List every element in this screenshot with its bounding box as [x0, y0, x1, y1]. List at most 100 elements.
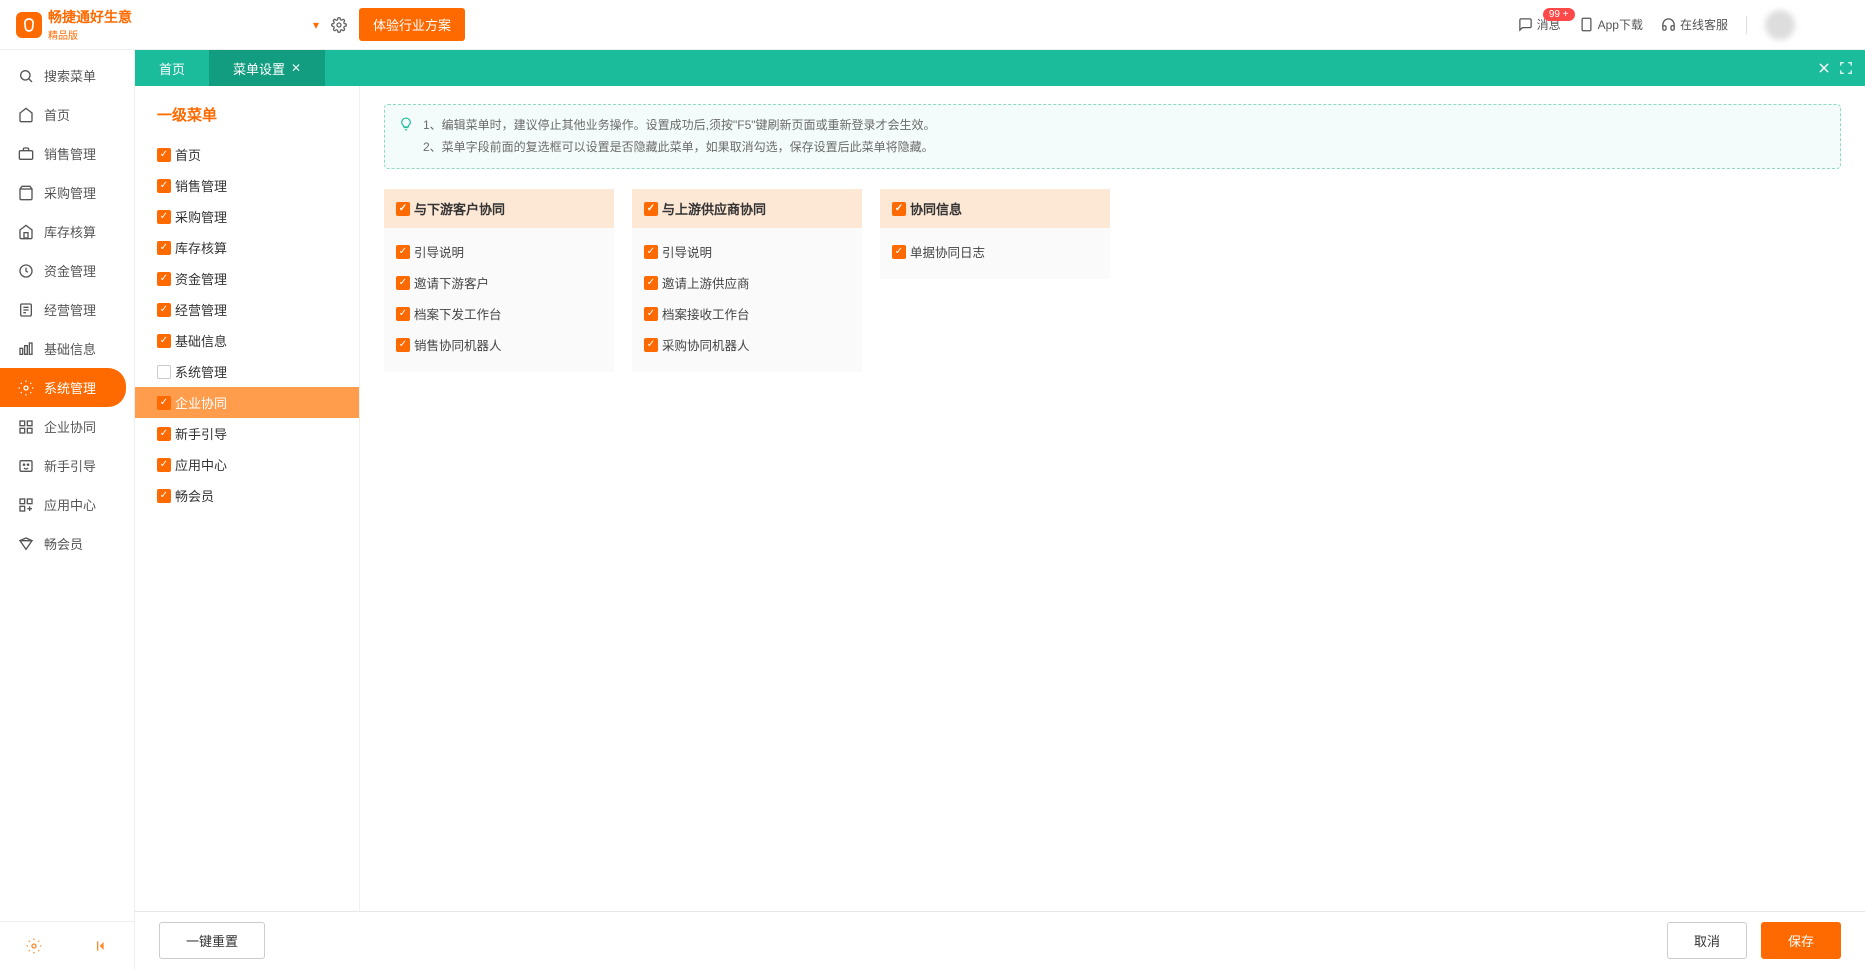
avatar[interactable] [1765, 10, 1795, 40]
l1-item-10[interactable]: ✓应用中心 [157, 449, 359, 480]
checkbox-icon[interactable]: ✓ [396, 202, 410, 216]
sidebar-item-5[interactable]: 资金管理 [0, 251, 134, 290]
nav-icon [18, 419, 34, 435]
nav-icon [18, 146, 34, 162]
hint-line-1: 1、编辑菜单时，建议停止其他业务操作。设置成功后,须按"F5"键刷新页面或重新登… [423, 115, 936, 137]
card-item[interactable]: ✓引导说明 [644, 236, 850, 267]
tab-close-all-icon[interactable] [1817, 61, 1831, 75]
collapse-icon[interactable] [93, 938, 109, 954]
card-item[interactable]: ✓引导说明 [396, 236, 602, 267]
save-button[interactable]: 保存 [1761, 922, 1841, 959]
card-item[interactable]: ✓档案下发工作台 [396, 298, 602, 329]
checkbox-icon[interactable]: ✓ [644, 338, 658, 352]
checkbox-icon[interactable]: ✓ [157, 303, 171, 317]
l1-item-8[interactable]: ✓企业协同 [135, 387, 359, 418]
gear-icon[interactable] [331, 17, 347, 33]
footer: 一键重置 取消 保存 [135, 911, 1865, 969]
checkbox-icon[interactable]: ✓ [157, 458, 171, 472]
checkbox-icon[interactable]: ✓ [157, 489, 171, 503]
checkbox-icon[interactable]: ✓ [396, 338, 410, 352]
checkbox-icon[interactable]: ✓ [892, 245, 906, 259]
logo-icon [16, 12, 42, 38]
top-actions: 消息 99 + App下载 在线客服 [1518, 10, 1849, 40]
checkbox-icon[interactable]: ✓ [157, 210, 171, 224]
checkbox-icon[interactable]: ✓ [644, 245, 658, 259]
card-item[interactable]: ✓邀请下游客户 [396, 267, 602, 298]
checkbox-icon[interactable]: ✓ [157, 427, 171, 441]
l1-item-1[interactable]: ✓销售管理 [157, 170, 359, 201]
l1-item-0[interactable]: ✓首页 [157, 139, 359, 170]
nav-icon [18, 302, 34, 318]
card-item[interactable]: ✓邀请上游供应商 [644, 267, 850, 298]
checkbox-icon[interactable]: ✓ [396, 245, 410, 259]
sidebar-item-6[interactable]: 经营管理 [0, 290, 134, 329]
l1-item-7[interactable]: 系统管理 [157, 356, 359, 387]
checkbox-icon[interactable]: ✓ [644, 276, 658, 290]
card-item[interactable]: ✓销售协同机器人 [396, 329, 602, 360]
card-item[interactable]: ✓单据协同日志 [892, 236, 1098, 267]
l1-item-2[interactable]: ✓采购管理 [157, 201, 359, 232]
tab-home[interactable]: 首页 [135, 50, 209, 86]
support-action[interactable]: 在线客服 [1661, 16, 1728, 33]
hint-box: 1、编辑菜单时，建议停止其他业务操作。设置成功后,须按"F5"键刷新页面或重新登… [384, 104, 1841, 169]
sidebar-item-10[interactable]: 新手引导 [0, 446, 134, 485]
sidebar-item-8[interactable]: 系统管理 [0, 368, 126, 407]
sidebar-item-3[interactable]: 采购管理 [0, 173, 134, 212]
cancel-button[interactable]: 取消 [1667, 922, 1747, 959]
sidebar-footer [0, 921, 134, 969]
lightbulb-icon [399, 117, 413, 158]
checkbox-icon[interactable]: ✓ [157, 148, 171, 162]
chevron-down-icon[interactable]: ▾ [313, 18, 319, 32]
settings-icon[interactable] [26, 938, 42, 954]
nav-icon [18, 380, 34, 396]
download-action[interactable]: App下载 [1579, 16, 1643, 33]
checkbox-icon[interactable]: ✓ [157, 272, 171, 286]
messages-badge: 99 + [1543, 8, 1575, 21]
checkbox-icon[interactable]: ✓ [396, 307, 410, 321]
nav-icon [18, 536, 34, 552]
l1-item-5[interactable]: ✓经营管理 [157, 294, 359, 325]
fullscreen-icon[interactable] [1839, 61, 1853, 75]
checkbox-icon[interactable]: ✓ [892, 202, 906, 216]
checkbox-icon[interactable]: ✓ [157, 241, 171, 255]
l1-item-11[interactable]: ✓畅会员 [157, 480, 359, 511]
close-icon[interactable]: ✕ [291, 61, 301, 75]
org-selector[interactable] [171, 15, 223, 34]
logo[interactable]: 畅捷通好生意 精品版 [16, 7, 151, 42]
messages-action[interactable]: 消息 99 + [1518, 16, 1561, 33]
checkbox-icon[interactable] [157, 365, 171, 379]
l1-item-6[interactable]: ✓基础信息 [157, 325, 359, 356]
industry-solution-button[interactable]: 体验行业方案 [359, 8, 465, 41]
reset-button[interactable]: 一键重置 [159, 922, 265, 959]
sidebar-item-0[interactable]: 搜索菜单 [0, 56, 134, 95]
card-header[interactable]: ✓与下游客户协同 [384, 189, 614, 228]
card-item[interactable]: ✓采购协同机器人 [644, 329, 850, 360]
level1-menu-column: 一级菜单 ✓首页✓销售管理✓采购管理✓库存核算✓资金管理✓经营管理✓基础信息系统… [135, 86, 360, 911]
sidebar-item-7[interactable]: 基础信息 [0, 329, 134, 368]
checkbox-icon[interactable]: ✓ [157, 179, 171, 193]
card-item[interactable]: ✓档案接收工作台 [644, 298, 850, 329]
checkbox-icon[interactable]: ✓ [644, 307, 658, 321]
l1-item-4[interactable]: ✓资金管理 [157, 263, 359, 294]
sidebar-item-9[interactable]: 企业协同 [0, 407, 134, 446]
card-0: ✓与下游客户协同 ✓引导说明✓邀请下游客户✓档案下发工作台✓销售协同机器人 [384, 189, 614, 372]
checkbox-icon[interactable]: ✓ [644, 202, 658, 216]
nav-icon [18, 497, 34, 513]
tab-menu-settings[interactable]: 菜单设置 ✕ [209, 50, 325, 86]
checkbox-icon[interactable]: ✓ [396, 276, 410, 290]
l1-item-3[interactable]: ✓库存核算 [157, 232, 359, 263]
hint-line-2: 2、菜单字段前面的复选框可以设置是否隐藏此菜单，如果取消勾选，保存设置后此菜单将… [423, 137, 936, 159]
card-header[interactable]: ✓与上游供应商协同 [632, 189, 862, 228]
sidebar-item-11[interactable]: 应用中心 [0, 485, 134, 524]
nav-icon [18, 263, 34, 279]
sidebar-item-4[interactable]: 库存核算 [0, 212, 134, 251]
sidebar-item-12[interactable]: 畅会员 [0, 524, 134, 563]
l1-item-9[interactable]: ✓新手引导 [157, 418, 359, 449]
logo-edition: 精品版 [48, 27, 132, 42]
card-header[interactable]: ✓协同信息 [880, 189, 1110, 228]
checkbox-icon[interactable]: ✓ [157, 334, 171, 348]
checkbox-icon[interactable]: ✓ [157, 396, 171, 410]
sidebar-item-2[interactable]: 销售管理 [0, 134, 134, 173]
sidebar-item-1[interactable]: 首页 [0, 95, 134, 134]
topbar: 畅捷通好生意 精品版 ▾ 体验行业方案 消息 99 + App下载 [0, 0, 1865, 50]
